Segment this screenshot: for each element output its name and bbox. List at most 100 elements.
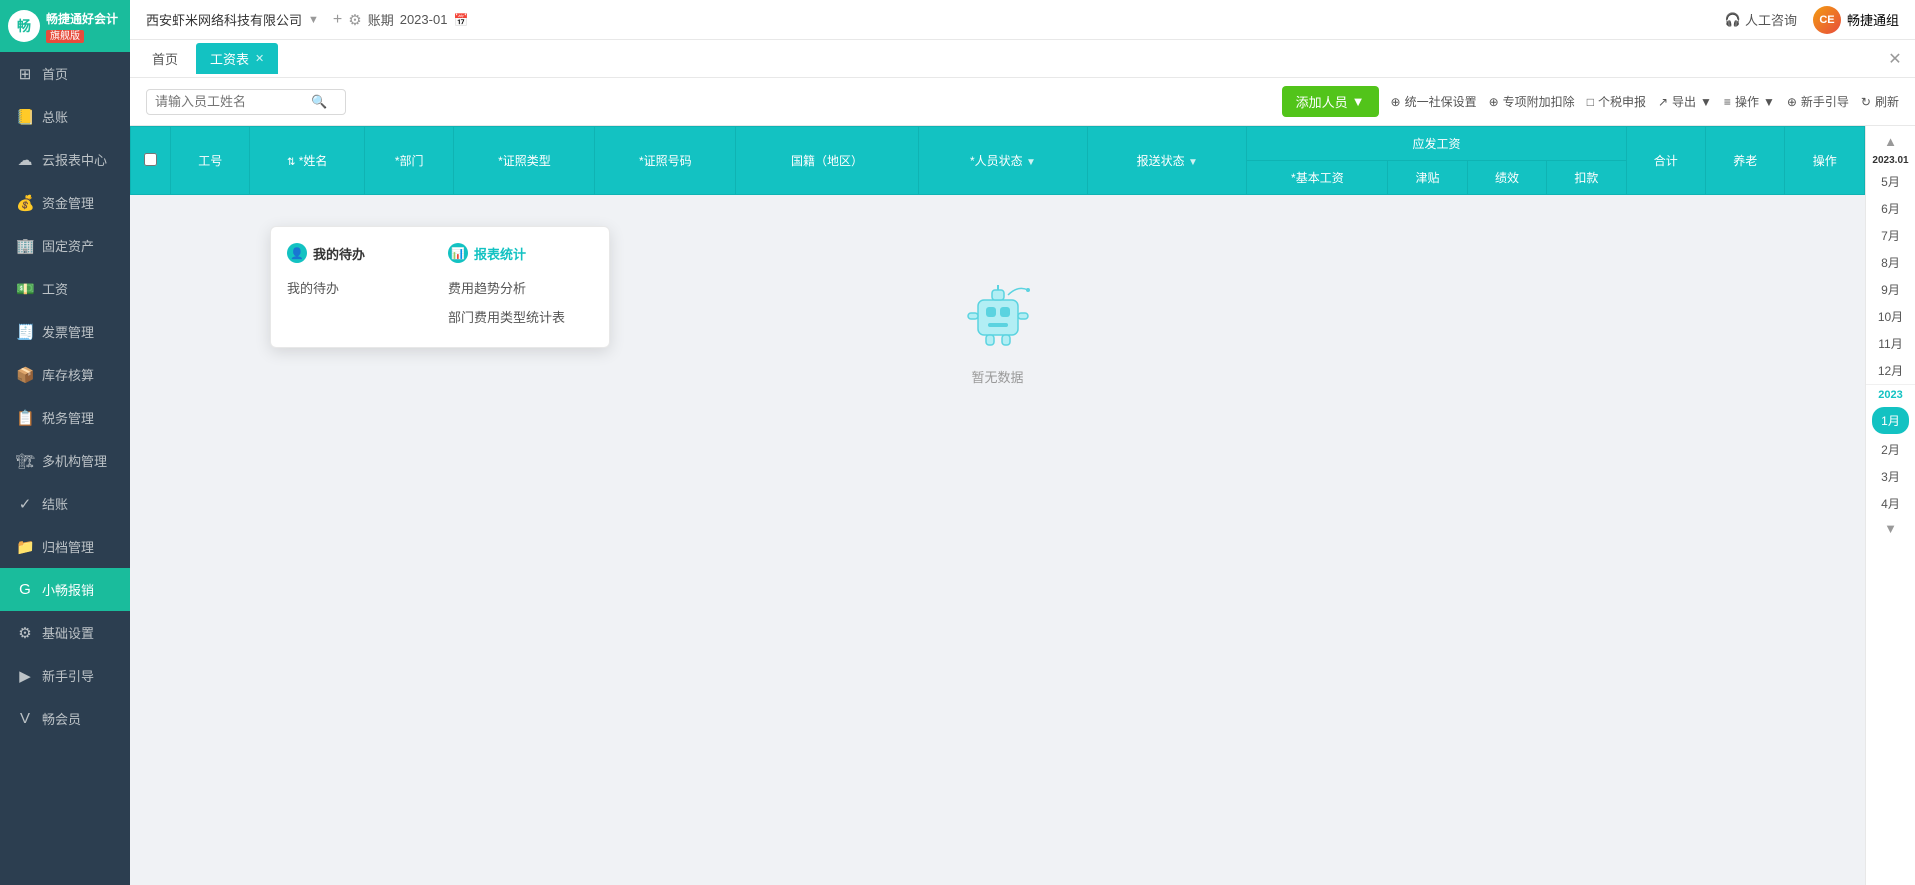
sidebar-nav: ⊞ 首页 📒 总账 ☁ 云报表中心 💰 资金管理 🏢 固定资产 💵 工资 🧾 发… <box>0 52 130 885</box>
refresh-label: 刷新 <box>1875 93 1899 110</box>
col-header-id-type: *证照类型 <box>454 127 595 195</box>
timeline-nav-down[interactable]: ▼ <box>1866 517 1915 540</box>
table-checkbox-header[interactable] <box>131 127 171 195</box>
sidebar-item-label: 工资 <box>42 279 68 298</box>
timeline-month-10[interactable]: 10月 <box>1866 303 1915 330</box>
timeline-panel: ▲ 2023.01 5月 6月 7月 8月 9月 10月 11月 12月 202… <box>1865 126 1915 885</box>
popup-report-title: 📊 报表统计 <box>448 243 593 263</box>
search-icon[interactable]: 🔍 <box>311 94 327 110</box>
table-container: 工号 ⇅ *姓名 *部门 *证照类型 *证照号码 国籍（地区） *人员状态 ▼ … <box>130 126 1865 885</box>
export-icon: ↗ <box>1658 95 1668 109</box>
sidebar-item-settlement[interactable]: ✓ 结账 <box>0 482 130 525</box>
select-all-checkbox[interactable] <box>144 153 157 166</box>
sidebar-item-label: 新手引导 <box>42 666 94 685</box>
sort-icon: ⇅ <box>287 157 295 168</box>
calendar-icon[interactable]: 📅 <box>453 13 468 27</box>
home-icon: ⊞ <box>16 65 34 83</box>
export-btn[interactable]: ↗ 导出 ▼ <box>1658 93 1712 110</box>
sidebar-item-label: 结账 <box>42 494 68 513</box>
sidebar-item-label: 畅会员 <box>42 709 81 728</box>
sidebar-item-inventory[interactable]: 📦 库存核算 <box>0 353 130 396</box>
settings-icon[interactable]: ⚙ <box>348 11 361 29</box>
timeline-month-12[interactable]: 12月 <box>1866 357 1915 384</box>
sidebar-item-salary[interactable]: 💵 工资 <box>0 267 130 310</box>
timeline-month-9[interactable]: 9月 <box>1866 276 1915 303</box>
sidebar-item-multi-org[interactable]: 🏗 多机构管理 <box>0 439 130 482</box>
consult-btn[interactable]: 🎧 人工咨询 <box>1725 10 1797 29</box>
add-company-icon[interactable]: + <box>333 11 342 29</box>
sidebar-item-fixed-assets[interactable]: 🏢 固定资产 <box>0 224 130 267</box>
basic-icon: ⚙ <box>16 624 34 642</box>
sidebar-item-ledger[interactable]: 📒 总账 <box>0 95 130 138</box>
company-name: 西安虾米网络科技有限公司 <box>146 10 302 29</box>
col-header-person-status: *人员状态 ▼ <box>918 127 1087 195</box>
search-box[interactable]: 🔍 <box>146 89 346 115</box>
person-status-filter-icon[interactable]: ▼ <box>1026 157 1036 168</box>
tab-home[interactable]: 首页 <box>138 43 192 74</box>
col-header-number: 工号 <box>171 127 250 195</box>
timeline-month-8[interactable]: 8月 <box>1866 249 1915 276</box>
empty-robot-icon <box>958 275 1038 355</box>
tab-salary-sheet[interactable]: 工资表 ✕ <box>196 43 278 74</box>
col-header-pension: 养老 <box>1706 127 1785 195</box>
timeline-month-4[interactable]: 4月 <box>1866 490 1915 517</box>
sidebar-item-archive[interactable]: 📁 归档管理 <box>0 525 130 568</box>
expense-icon: G <box>16 581 34 598</box>
company-selector[interactable]: 西安虾米网络科技有限公司 ▼ + ⚙ 账期 2023-01 📅 <box>146 10 468 29</box>
operation-btn[interactable]: ≡ 操作 ▼ <box>1724 93 1775 110</box>
app-logo[interactable]: 畅 畅捷通好会计 旗舰版 <box>0 0 130 52</box>
tax-declare-btn[interactable]: □ 个税申报 <box>1587 93 1646 110</box>
sidebar-item-expense[interactable]: G 小畅报销 <box>0 568 130 611</box>
tab-salary-close-icon[interactable]: ✕ <box>255 52 264 65</box>
sidebar-item-tax[interactable]: 📋 税务管理 <box>0 396 130 439</box>
popup-item-expense-trend[interactable]: 费用趋势分析 <box>448 273 593 302</box>
timeline-month-6[interactable]: 6月 <box>1866 195 1915 222</box>
timeline-month-5[interactable]: 5月 <box>1866 168 1915 195</box>
col-header-deduct: 扣款 <box>1547 161 1626 195</box>
report-icon: 📊 <box>448 243 468 263</box>
tab-home-label: 首页 <box>152 49 178 68</box>
col-header-name: ⇅ *姓名 <box>250 127 365 195</box>
timeline-nav-up[interactable]: ▲ <box>1866 130 1915 153</box>
sidebar-item-label: 小畅报销 <box>42 580 94 599</box>
period-indicator: 2023.01 <box>1866 153 1915 168</box>
sidebar-item-guide[interactable]: ▶ 新手引导 <box>0 654 130 697</box>
operation-label: 操作 <box>1735 93 1759 110</box>
popup-col-todo: 👤 我的待办 我的待办 <box>287 243 432 331</box>
popup-section: 👤 我的待办 我的待办 📊 报表统计 费用趋势分析 部门费用类型统计表 <box>287 243 593 331</box>
sidebar-item-member[interactable]: V 畅会员 <box>0 697 130 740</box>
sidebar-item-basic[interactable]: ⚙ 基础设置 <box>0 611 130 654</box>
special-deduct-btn[interactable]: ⊕ 专项附加扣除 <box>1489 93 1575 110</box>
close-main-icon[interactable]: ✕ <box>1883 47 1907 71</box>
user-avatar: CE <box>1813 6 1841 34</box>
timeline-month-7[interactable]: 7月 <box>1866 222 1915 249</box>
header-actions: 🎧 人工咨询 CE 畅捷通组 <box>1725 6 1899 34</box>
sidebar-item-home[interactable]: ⊞ 首页 <box>0 52 130 95</box>
timeline-month-11[interactable]: 11月 <box>1866 330 1915 357</box>
sidebar-item-invoice[interactable]: 🧾 发票管理 <box>0 310 130 353</box>
sidebar-item-cloud-report[interactable]: ☁ 云报表中心 <box>0 138 130 181</box>
popup-item-dept-expense[interactable]: 部门费用类型统计表 <box>448 302 593 331</box>
sidebar-item-label: 基础设置 <box>42 623 94 642</box>
tabs-bar: 首页 工资表 ✕ ✕ <box>130 40 1915 78</box>
user-name: 畅捷通组 <box>1847 10 1899 29</box>
timeline-month-1-active[interactable]: 1月 <box>1872 407 1909 434</box>
guide-icon: ▶ <box>16 667 34 685</box>
member-icon: V <box>16 710 34 727</box>
popup-item-todo[interactable]: 我的待办 <box>287 273 432 302</box>
fund-icon: 💰 <box>16 194 34 212</box>
sidebar-item-fund[interactable]: 💰 资金管理 <box>0 181 130 224</box>
timeline-month-2[interactable]: 2月 <box>1866 436 1915 463</box>
refresh-btn[interactable]: ↻ 刷新 <box>1861 93 1899 110</box>
col-header-salary-group: 应发工资 <box>1247 127 1626 161</box>
social-insurance-btn[interactable]: ⊕ 统一社保设置 <box>1391 93 1477 110</box>
user-info[interactable]: CE 畅捷通组 <box>1813 6 1899 34</box>
new-guide-btn[interactable]: ⊕ 新手引导 <box>1787 93 1849 110</box>
cloud-icon: ☁ <box>16 151 34 169</box>
headset-icon: 🎧 <box>1725 12 1741 28</box>
timeline-month-3[interactable]: 3月 <box>1866 463 1915 490</box>
sidebar-item-label: 库存核算 <box>42 365 94 384</box>
search-input[interactable] <box>155 94 305 109</box>
add-person-button[interactable]: 添加人员 ▼ <box>1282 86 1379 117</box>
send-status-filter-icon[interactable]: ▼ <box>1188 157 1198 168</box>
